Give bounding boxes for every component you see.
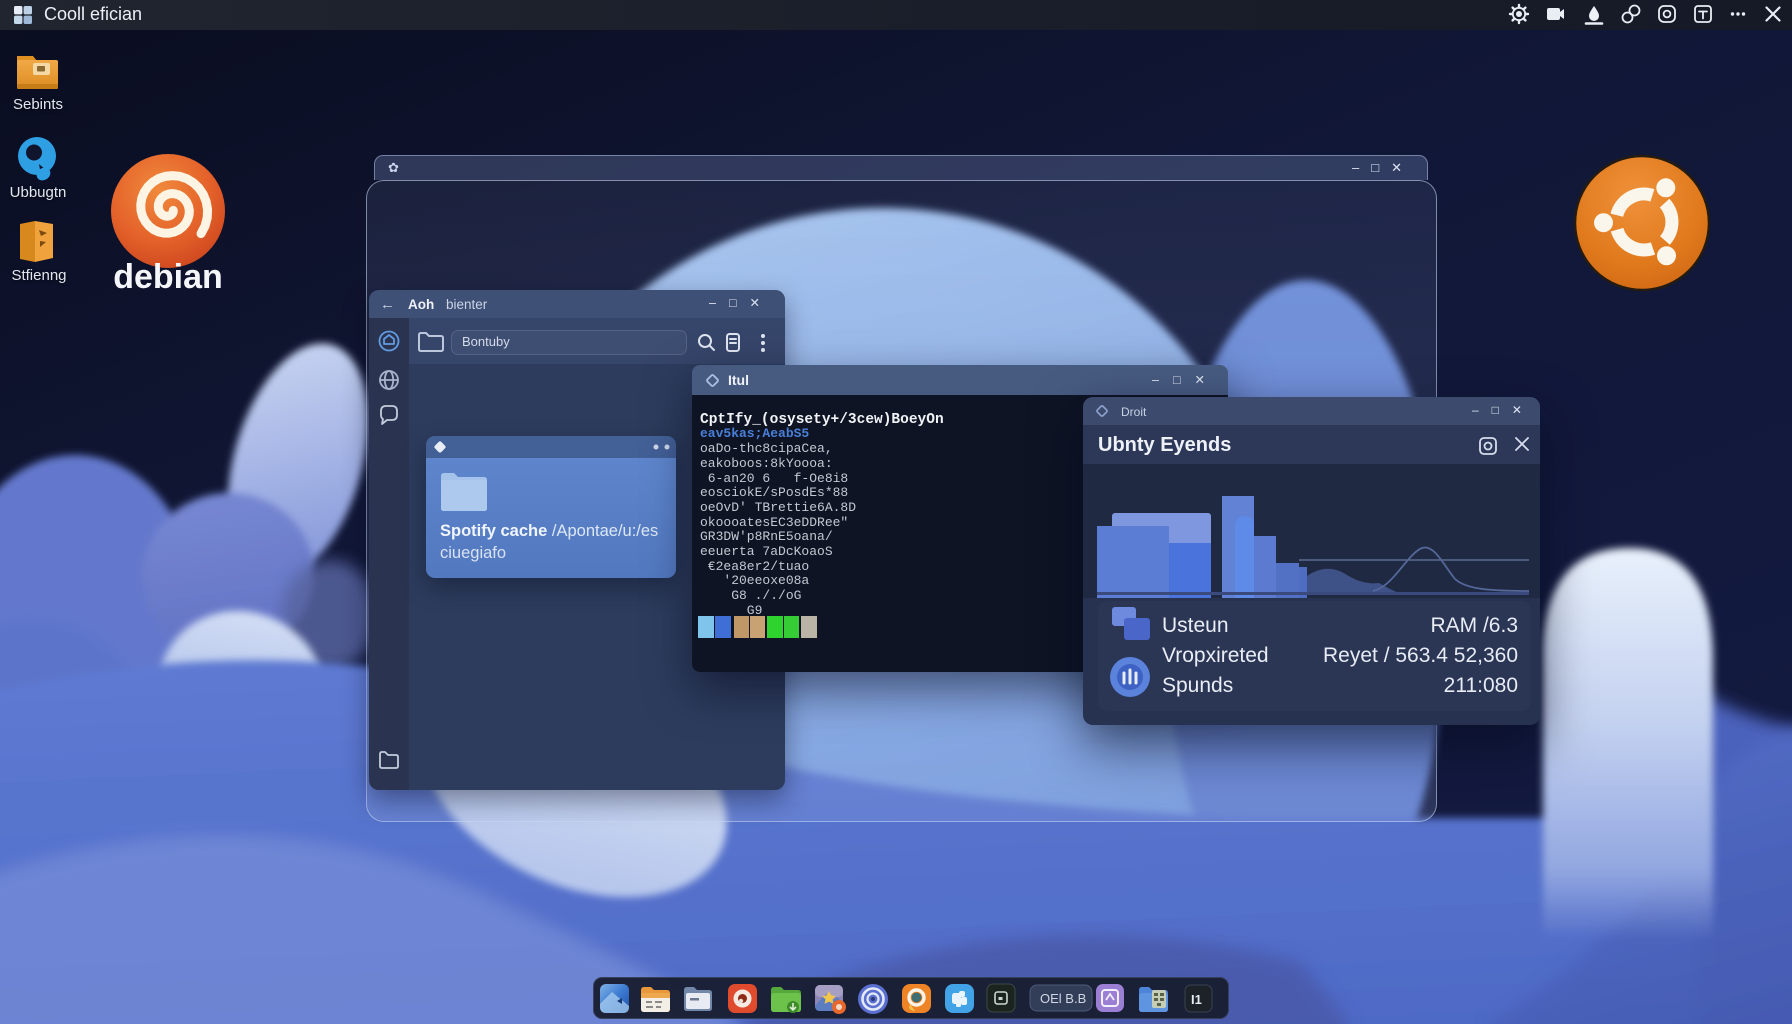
svg-text:OEl B.B: OEl B.B [1040,991,1086,1006]
svg-text:I1: I1 [1191,992,1202,1007]
